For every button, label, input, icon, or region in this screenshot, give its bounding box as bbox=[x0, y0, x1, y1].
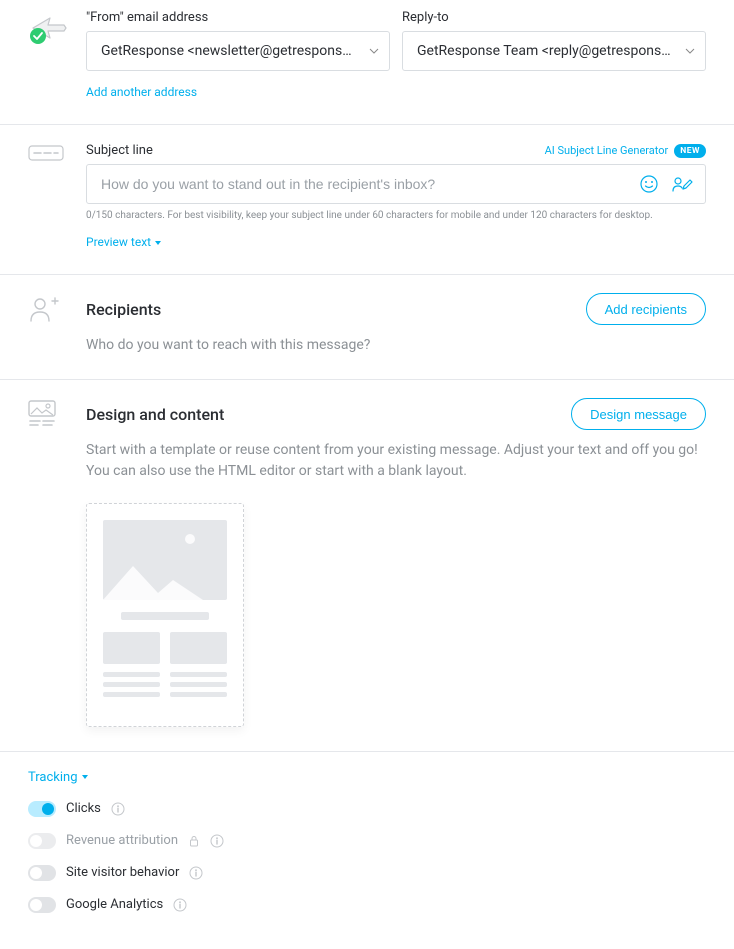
info-icon bbox=[173, 898, 187, 912]
info-icon bbox=[189, 866, 203, 880]
add-another-address-link[interactable]: Add another address bbox=[86, 85, 197, 99]
subject-label: Subject line bbox=[86, 143, 153, 158]
subject-section: Subject line AI Subject Line Generator N… bbox=[0, 125, 734, 275]
toggle-label: Site visitor behavior bbox=[66, 865, 179, 880]
send-status-icon bbox=[28, 10, 86, 100]
toggle-google-analytics[interactable] bbox=[28, 897, 56, 913]
preview-text-link[interactable]: Preview text bbox=[86, 235, 161, 249]
design-desc: Start with a template or reuse content f… bbox=[86, 440, 706, 481]
info-tooltip[interactable] bbox=[111, 802, 125, 816]
recipients-title: Recipients bbox=[86, 300, 161, 319]
subject-input-wrapper bbox=[86, 164, 706, 204]
emoji-icon[interactable] bbox=[639, 174, 659, 194]
toggle-label: Google Analytics bbox=[66, 897, 163, 912]
from-select-value: GetResponse <newsletter@getrespons… bbox=[101, 43, 352, 59]
reply-to-select[interactable]: GetResponse Team <reply@getrespons… bbox=[402, 31, 706, 71]
caret-down-icon bbox=[685, 46, 695, 56]
recipients-desc: Who do you want to reach with this messa… bbox=[86, 335, 706, 355]
ai-subject-generator-link[interactable]: AI Subject Line Generator bbox=[545, 144, 669, 157]
template-placeholder[interactable] bbox=[86, 503, 244, 727]
tracking-row: Google Analytics bbox=[28, 889, 706, 921]
info-tooltip[interactable] bbox=[210, 834, 224, 848]
from-section: "From" email address GetResponse <newsle… bbox=[0, 0, 734, 125]
subject-helper: 0/150 characters. For best visibility, k… bbox=[86, 210, 706, 221]
design-section: Design and content Design message Start … bbox=[0, 380, 734, 752]
recipients-icon bbox=[28, 293, 86, 355]
tracking-row: Clicks bbox=[28, 793, 706, 825]
personalize-icon[interactable] bbox=[671, 174, 693, 194]
design-title: Design and content bbox=[86, 405, 224, 424]
info-icon bbox=[210, 834, 224, 848]
tracking-section: Tracking Clicks Revenue attribution Site v… bbox=[0, 752, 734, 949]
toggle-label: Clicks bbox=[66, 801, 101, 816]
toggle-revenue-attribution bbox=[28, 833, 56, 849]
info-tooltip[interactable] bbox=[173, 898, 187, 912]
toggle-label: Revenue attribution bbox=[66, 833, 178, 848]
toggle-site-visitor-behavior[interactable] bbox=[28, 865, 56, 881]
lock-icon bbox=[188, 835, 200, 847]
info-icon bbox=[111, 802, 125, 816]
add-recipients-button[interactable]: Add recipients bbox=[586, 293, 706, 325]
tracking-row: Site visitor behavior bbox=[28, 857, 706, 889]
caret-down-icon bbox=[369, 46, 379, 56]
design-icon bbox=[28, 398, 86, 727]
placeholder-image-icon bbox=[103, 520, 227, 600]
info-tooltip[interactable] bbox=[189, 866, 203, 880]
subject-input[interactable] bbox=[99, 175, 639, 193]
reply-to-select-value: GetResponse Team <reply@getrespons… bbox=[417, 43, 671, 59]
tracking-row: Revenue attribution bbox=[28, 825, 706, 857]
from-select[interactable]: GetResponse <newsletter@getrespons… bbox=[86, 31, 390, 71]
reply-to-label: Reply-to bbox=[402, 10, 706, 25]
from-label: "From" email address bbox=[86, 10, 390, 25]
subject-icon bbox=[28, 143, 86, 250]
tracking-toggle-link[interactable]: Tracking bbox=[28, 770, 88, 785]
new-badge: NEW bbox=[674, 144, 706, 158]
recipients-section: Recipients Add recipients Who do you wan… bbox=[0, 275, 734, 380]
design-message-button[interactable]: Design message bbox=[571, 398, 706, 430]
toggle-clicks[interactable] bbox=[28, 801, 56, 817]
